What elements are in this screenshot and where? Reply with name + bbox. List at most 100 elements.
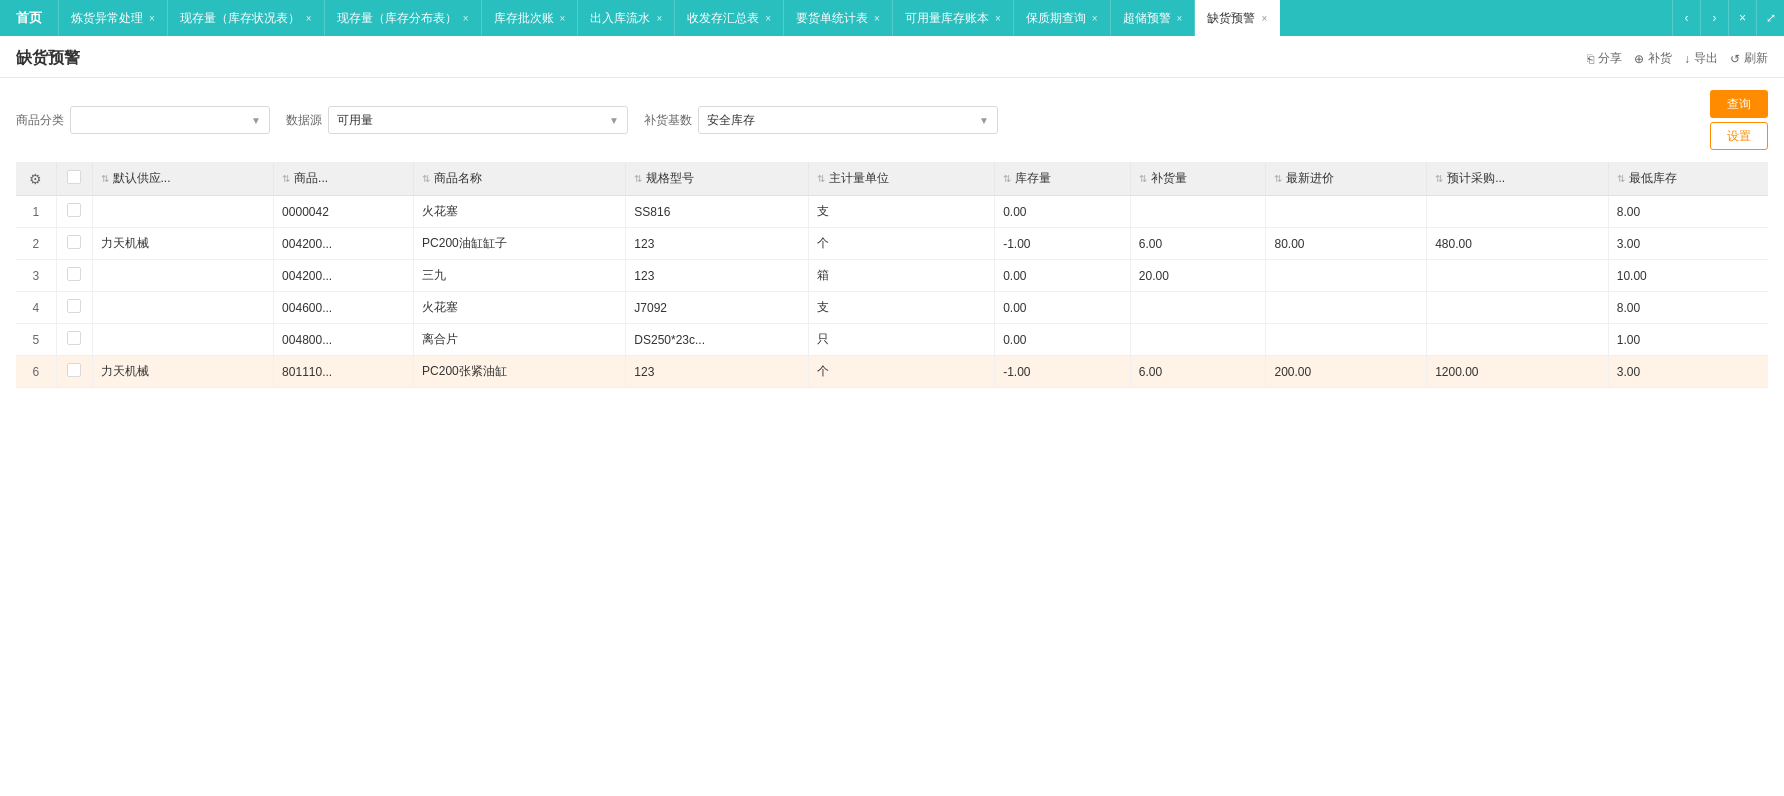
th-latest-price[interactable]: ⇅ 最新进价 [1266, 162, 1427, 196]
datasource-select[interactable]: 可用量 ▼ [328, 106, 628, 134]
filter-actions: 查询 设置 [1710, 90, 1768, 150]
th-checkbox [56, 162, 92, 196]
row-replenish [1130, 292, 1266, 324]
nav-tab-7[interactable]: 要货单统计表 × [784, 0, 893, 36]
category-label: 商品分类 [16, 112, 64, 129]
nav-tab-10[interactable]: 超储预警 × [1111, 0, 1196, 36]
chevron-down-icon: ▼ [251, 115, 261, 126]
row-default-supplier: 力天机械 [92, 356, 274, 388]
row-checkbox-cell [56, 324, 92, 356]
close-icon[interactable]: × [874, 13, 880, 24]
th-spec[interactable]: ⇅ 规格型号 [626, 162, 809, 196]
th-estimated-purchase-label: 预计采购... [1447, 170, 1505, 187]
nav-tab-1[interactable]: 炼货异常处理 × [59, 0, 168, 36]
close-icon[interactable]: × [1261, 13, 1267, 24]
table-row[interactable]: 5 004800... 离合片 DS250*23c... 只 0.00 1.00 [16, 324, 1768, 356]
sort-icon: ⇅ [1274, 173, 1282, 184]
nav-tab-4[interactable]: 库存批次账 × [482, 0, 579, 36]
table-row[interactable]: 4 004600... 火花塞 J7092 支 0.00 8.00 [16, 292, 1768, 324]
page-content: 缺货预警 ⎗ 分享 ⊕ 补货 ↓ 导出 ↺ 刷新 商品分类 [0, 36, 1784, 796]
datasource-label: 数据源 [286, 112, 322, 129]
th-default-supplier-label: 默认供应... [113, 170, 171, 187]
replenish-base-select[interactable]: 安全库存 ▼ [698, 106, 998, 134]
row-checkbox[interactable] [67, 235, 81, 249]
export-label: 导出 [1694, 50, 1718, 67]
nav-tab-label: 收发存汇总表 [687, 10, 759, 27]
row-checkbox-cell [56, 228, 92, 260]
row-index: 2 [16, 228, 56, 260]
row-checkbox-cell [56, 356, 92, 388]
nav-tab-3[interactable]: 现存量（库存分布表） × [325, 0, 482, 36]
row-default-supplier [92, 196, 274, 228]
table-row[interactable]: 3 004200... 三九 123 箱 0.00 20.00 10.00 [16, 260, 1768, 292]
row-checkbox[interactable] [67, 267, 81, 281]
row-checkbox[interactable] [67, 331, 81, 345]
nav-tab-5[interactable]: 出入库流水 × [578, 0, 675, 36]
row-latest-price [1266, 292, 1427, 324]
row-checkbox[interactable] [67, 363, 81, 377]
row-latest-price [1266, 196, 1427, 228]
row-checkbox[interactable] [67, 299, 81, 313]
page-title: 缺货预警 [16, 48, 80, 69]
table-row[interactable]: 1 0000042 火花塞 SS816 支 0.00 8.00 [16, 196, 1768, 228]
share-label: 分享 [1598, 50, 1622, 67]
select-all-checkbox[interactable] [67, 170, 81, 184]
row-checkbox[interactable] [67, 203, 81, 217]
row-stock: 0.00 [995, 324, 1131, 356]
row-min-stock: 3.00 [1608, 356, 1768, 388]
share-button[interactable]: ⎗ 分享 [1587, 50, 1622, 67]
row-unit: 支 [809, 196, 995, 228]
th-product-name[interactable]: ⇅ 商品名称 [414, 162, 626, 196]
th-spec-label: 规格型号 [646, 170, 694, 187]
row-min-stock: 8.00 [1608, 292, 1768, 324]
nav-home[interactable]: 首页 [0, 0, 59, 36]
datasource-filter-group: 数据源 可用量 ▼ [286, 106, 628, 134]
th-unit[interactable]: ⇅ 主计量单位 [809, 162, 995, 196]
nav-tab-8[interactable]: 可用量库存账本 × [893, 0, 1014, 36]
refresh-button[interactable]: ↺ 刷新 [1730, 50, 1768, 67]
th-stock[interactable]: ⇅ 库存量 [995, 162, 1131, 196]
th-estimated-purchase[interactable]: ⇅ 预计采购... [1427, 162, 1609, 196]
row-checkbox-cell [56, 292, 92, 324]
close-icon[interactable]: × [765, 13, 771, 24]
replenish-button[interactable]: ⊕ 补货 [1634, 50, 1672, 67]
close-icon[interactable]: × [1177, 13, 1183, 24]
th-min-stock[interactable]: ⇅ 最低库存 [1608, 162, 1768, 196]
sort-icon: ⇅ [1617, 173, 1625, 184]
table-header-row: ⚙ ⇅ 默认供应... ⇅ 商品... [16, 162, 1768, 196]
close-icon[interactable]: × [149, 13, 155, 24]
th-default-supplier[interactable]: ⇅ 默认供应... [92, 162, 274, 196]
close-icon[interactable]: × [463, 13, 469, 24]
close-icon[interactable]: × [1092, 13, 1098, 24]
table-row[interactable]: 6 力天机械 801110... PC200张紧油缸 123 个 -1.00 6… [16, 356, 1768, 388]
row-index: 3 [16, 260, 56, 292]
close-icon[interactable]: × [560, 13, 566, 24]
nav-expand-button[interactable]: ⤢ [1756, 0, 1784, 36]
close-icon[interactable]: × [995, 13, 1001, 24]
row-default-supplier [92, 260, 274, 292]
row-product-code: 0000042 [274, 196, 414, 228]
close-icon[interactable]: × [656, 13, 662, 24]
nav-close-button[interactable]: × [1728, 0, 1756, 36]
close-icon[interactable]: × [306, 13, 312, 24]
nav-tab-9[interactable]: 保质期查询 × [1014, 0, 1111, 36]
th-replenish[interactable]: ⇅ 补货量 [1130, 162, 1266, 196]
table-row[interactable]: 2 力天机械 004200... PC200油缸缸子 123 个 -1.00 6… [16, 228, 1768, 260]
settings-button[interactable]: 设置 [1710, 122, 1768, 150]
nav-tab-11[interactable]: 缺货预警 × [1195, 0, 1280, 36]
query-button[interactable]: 查询 [1710, 90, 1768, 118]
row-default-supplier [92, 324, 274, 356]
category-select[interactable]: ▼ [70, 106, 270, 134]
nav-tab-2[interactable]: 现存量（库存状况表） × [168, 0, 325, 36]
nav-tab-label: 现存量（库存状况表） [180, 10, 300, 27]
export-button[interactable]: ↓ 导出 [1684, 50, 1718, 67]
filter-bar: 商品分类 ▼ 数据源 可用量 ▼ 补货基数 安全库存 ▼ 查询 设置 [0, 78, 1784, 162]
gear-icon[interactable]: ⚙ [29, 171, 42, 187]
nav-tab-label: 现存量（库存分布表） [337, 10, 457, 27]
nav-prev-button[interactable]: ‹ [1672, 0, 1700, 36]
nav-controls: ‹ › × ⤢ [1672, 0, 1784, 36]
row-stock: 0.00 [995, 292, 1131, 324]
nav-next-button[interactable]: › [1700, 0, 1728, 36]
nav-tab-6[interactable]: 收发存汇总表 × [675, 0, 784, 36]
th-product-code[interactable]: ⇅ 商品... [274, 162, 414, 196]
